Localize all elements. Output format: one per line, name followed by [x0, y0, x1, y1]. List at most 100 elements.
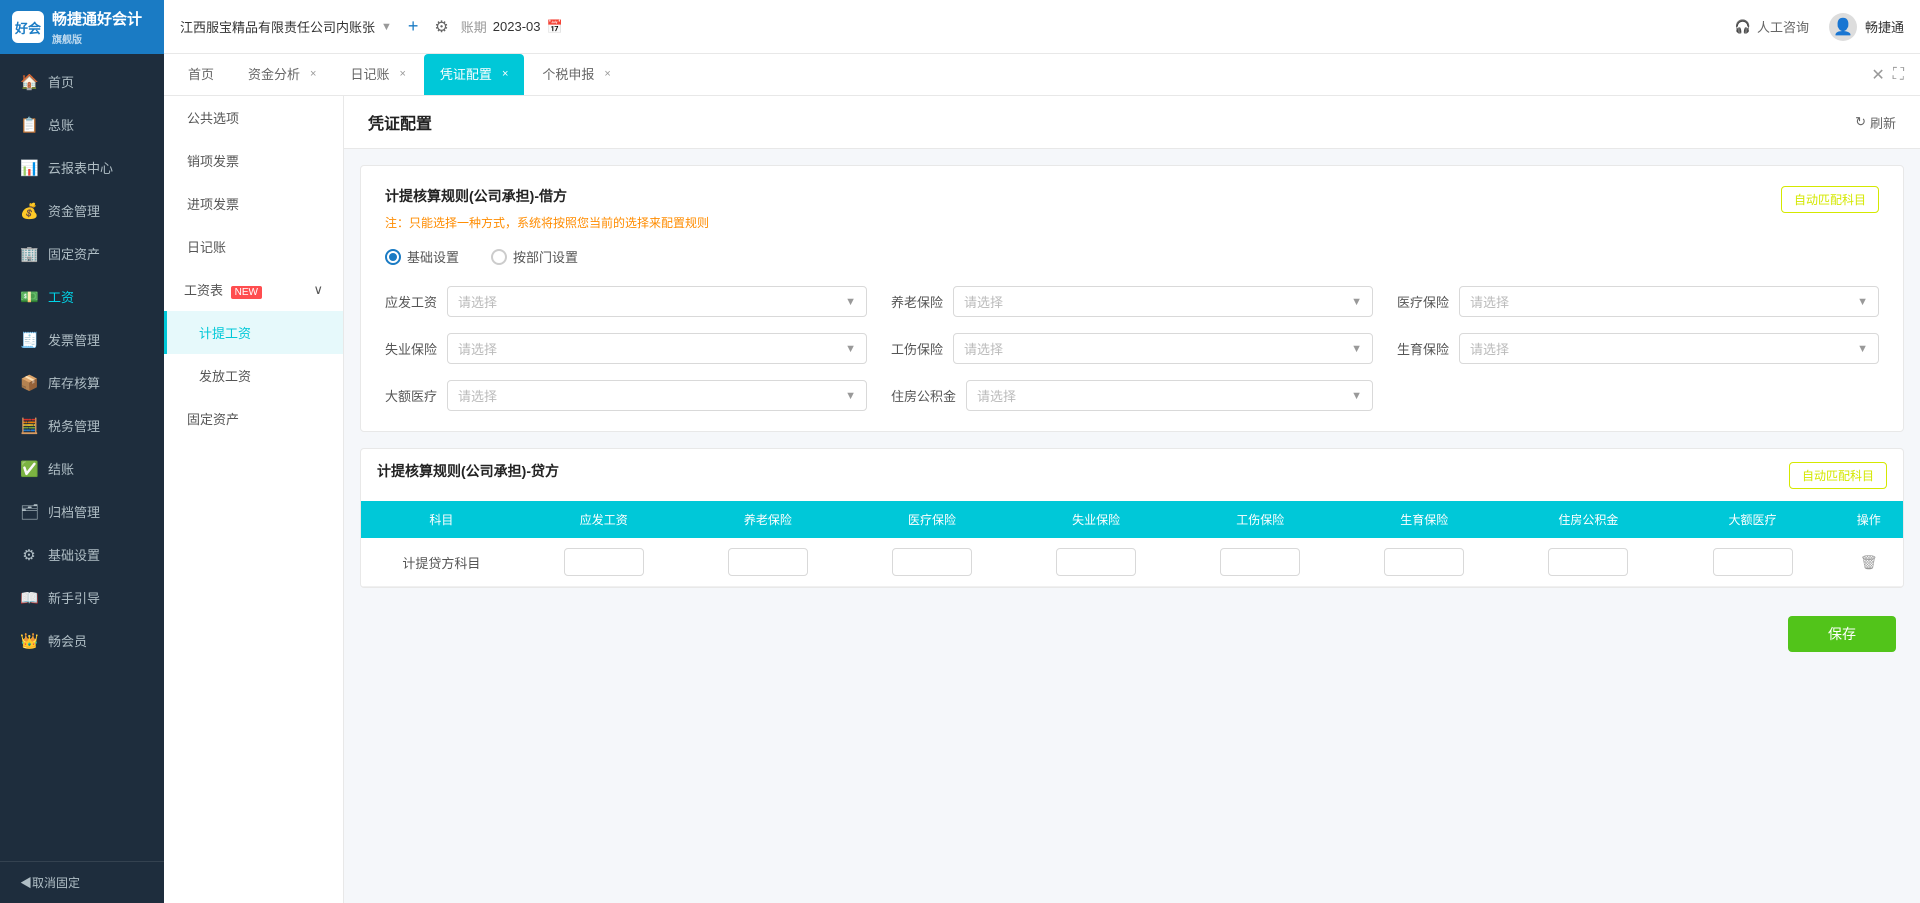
calendar-icon[interactable]: 📅: [547, 19, 563, 35]
cell-injury[interactable]: [1178, 538, 1342, 587]
topbar-right: 🎧 人工咨询 👤 畅捷通: [1735, 13, 1904, 41]
select-gross-salary[interactable]: 请选择 ▼: [447, 286, 867, 317]
cancel-pin-label: ◀取消固定: [20, 874, 80, 891]
customer-service-button[interactable]: 🎧 人工咨询: [1735, 17, 1809, 36]
sidebar-option-fixed-assets[interactable]: 固定资产: [164, 397, 343, 440]
sidebar-option-salary-table[interactable]: 工资表 NEW ∨: [164, 268, 343, 311]
content-area: 公共选项 销项发票 进项发票 日记账 工资表 NEW ∨ 计提工资 发放工资 固…: [164, 96, 1920, 903]
avatar: 👤: [1829, 13, 1857, 41]
sidebar-option-journal[interactable]: 日记账: [164, 225, 343, 268]
sidebar-item-label: 归档管理: [48, 502, 100, 521]
input-gross[interactable]: [564, 548, 644, 576]
content-main: 凭证配置 ↻ 刷新 计提核算规则(公司承担)-借方 注：只能选择一种方式，系统将…: [344, 96, 1920, 903]
select-injury[interactable]: 请选择 ▼: [953, 333, 1373, 364]
sidebar-item-inventory[interactable]: 📦 库存核算: [0, 361, 164, 404]
save-button[interactable]: 保存: [1788, 616, 1896, 652]
sidebar-item-reports[interactable]: 📊 云报表中心: [0, 146, 164, 189]
input-large-medical[interactable]: [1713, 548, 1793, 576]
field-gross-salary: 应发工资 请选择 ▼: [385, 286, 867, 317]
sidebar-item-fixed-assets[interactable]: 🏢 固定资产: [0, 232, 164, 275]
expand-icon: ∨: [313, 282, 323, 298]
input-maternity[interactable]: [1384, 548, 1464, 576]
gear-icon: ⚙: [20, 546, 38, 564]
sidebar-item-close-accounts[interactable]: ✅ 结账: [0, 447, 164, 490]
input-medical[interactable]: [892, 548, 972, 576]
debit-section-note: 注：只能选择一种方式，系统将按照您当前的选择来配置规则: [385, 214, 709, 231]
cell-medical[interactable]: [850, 538, 1014, 587]
tab-home[interactable]: 首页: [172, 54, 230, 95]
refresh-label: 刷新: [1870, 113, 1896, 132]
sidebar-item-general-ledger[interactable]: 📋 总账: [0, 103, 164, 146]
sidebar-item-label: 工资: [48, 287, 74, 306]
select-medical[interactable]: 请选择 ▼: [1459, 286, 1879, 317]
select-housing-fund[interactable]: 请选择 ▼: [966, 380, 1373, 411]
tab-tax[interactable]: 个税申报 ×: [526, 54, 626, 95]
period-value[interactable]: 2023-03: [493, 19, 541, 34]
tab-journal-close[interactable]: ×: [399, 68, 405, 80]
radio-basic[interactable]: 基础设置: [385, 247, 459, 266]
select-maternity[interactable]: 请选择 ▼: [1459, 333, 1879, 364]
sidebar-item-label: 畅会员: [48, 631, 87, 650]
refresh-button[interactable]: ↻ 刷新: [1855, 113, 1896, 132]
sidebar-item-archive[interactable]: 🗂 归档管理: [0, 490, 164, 533]
select-pension[interactable]: 请选择 ▼: [953, 286, 1373, 317]
cell-large-medical[interactable]: [1670, 538, 1834, 587]
th-injury: 工伤保险: [1178, 501, 1342, 538]
field-unemployment: 失业保险 请选择 ▼: [385, 333, 867, 364]
select-large-medical[interactable]: 请选择 ▼: [447, 380, 867, 411]
add-account-button[interactable]: +: [404, 16, 423, 37]
sidebar-item-home[interactable]: 🏠 首页: [0, 60, 164, 103]
sidebar-item-invoice[interactable]: 🧾 发票管理: [0, 318, 164, 361]
input-unemployment[interactable]: [1056, 548, 1136, 576]
sidebar-option-accrual[interactable]: 计提工资: [164, 311, 343, 354]
user-menu[interactable]: 👤 畅捷通: [1829, 13, 1904, 41]
field-medical: 医疗保险 请选择 ▼: [1397, 286, 1879, 317]
input-housing[interactable]: [1548, 548, 1628, 576]
input-pension[interactable]: [728, 548, 808, 576]
radio-dept[interactable]: 按部门设置: [491, 247, 578, 266]
th-maternity: 生育保险: [1342, 501, 1506, 538]
cell-unemployment[interactable]: [1014, 538, 1178, 587]
cancel-pin-button[interactable]: ◀取消固定: [0, 861, 164, 903]
select-gross-salary-placeholder: 请选择: [458, 292, 497, 311]
sidebar-item-guide[interactable]: 📖 新手引导: [0, 576, 164, 619]
input-injury[interactable]: [1220, 548, 1300, 576]
settings-icon[interactable]: ⚙: [434, 17, 448, 37]
tab-voucher-config[interactable]: 凭证配置 ×: [424, 54, 524, 95]
refresh-icon: ↻: [1855, 114, 1866, 130]
close-window-button[interactable]: ✕: [1871, 65, 1884, 85]
select-unemployment[interactable]: 请选择 ▼: [447, 333, 867, 364]
tab-funds[interactable]: 资金分析 ×: [232, 54, 332, 95]
cell-gross[interactable]: [522, 538, 686, 587]
tab-voucher-close[interactable]: ×: [502, 68, 508, 80]
sidebar-item-salary[interactable]: 💵 工资: [0, 275, 164, 318]
sidebar-option-pay-salary[interactable]: 发放工资: [164, 354, 343, 397]
debit-section-left: 计提核算规则(公司承担)-借方 注：只能选择一种方式，系统将按照您当前的选择来配…: [385, 186, 709, 247]
sidebar-item-settings[interactable]: ⚙ 基础设置: [0, 533, 164, 576]
sidebar-item-funds[interactable]: 💰 资金管理: [0, 189, 164, 232]
sidebar-option-purchase-invoice[interactable]: 进项发票: [164, 182, 343, 225]
tab-tax-close[interactable]: ×: [604, 68, 610, 80]
chevron-down-icon-6: ▼: [1857, 343, 1868, 355]
cell-maternity[interactable]: [1342, 538, 1506, 587]
sidebar-option-public[interactable]: 公共选项: [164, 96, 343, 139]
sidebar-item-member[interactable]: 👑 畅会员: [0, 619, 164, 662]
maximize-window-button[interactable]: ⛶: [1893, 65, 1904, 85]
logo-sub: 旗舰版: [52, 31, 142, 46]
tab-funds-close[interactable]: ×: [310, 68, 316, 80]
debit-auto-match-button[interactable]: 自动匹配科目: [1781, 186, 1879, 213]
cell-pension[interactable]: [686, 538, 850, 587]
table-row: 计提贷方科目 🗑: [361, 538, 1903, 587]
credit-table-header-row: 科目 应发工资 养老保险 医疗保险 失业保险 工伤保险 生育保险 住房公积金 大…: [361, 501, 1903, 538]
sidebar-item-tax[interactable]: 🧮 税务管理: [0, 404, 164, 447]
sidebar-item-label: 基础设置: [48, 545, 100, 564]
cell-housing[interactable]: [1506, 538, 1670, 587]
credit-auto-match-button[interactable]: 自动匹配科目: [1789, 462, 1887, 489]
delete-row-button[interactable]: 🗑: [1860, 554, 1878, 570]
tab-journal[interactable]: 日记账 ×: [334, 54, 421, 95]
tabbar-actions: ✕ ⛶: [1871, 65, 1912, 85]
guide-icon: 📖: [20, 589, 38, 607]
label-housing-fund: 住房公积金: [891, 386, 956, 405]
sidebar-option-sales-invoice[interactable]: 销项发票: [164, 139, 343, 182]
company-selector[interactable]: 江西服宝精品有限责任公司内账张 ▼: [180, 17, 392, 36]
